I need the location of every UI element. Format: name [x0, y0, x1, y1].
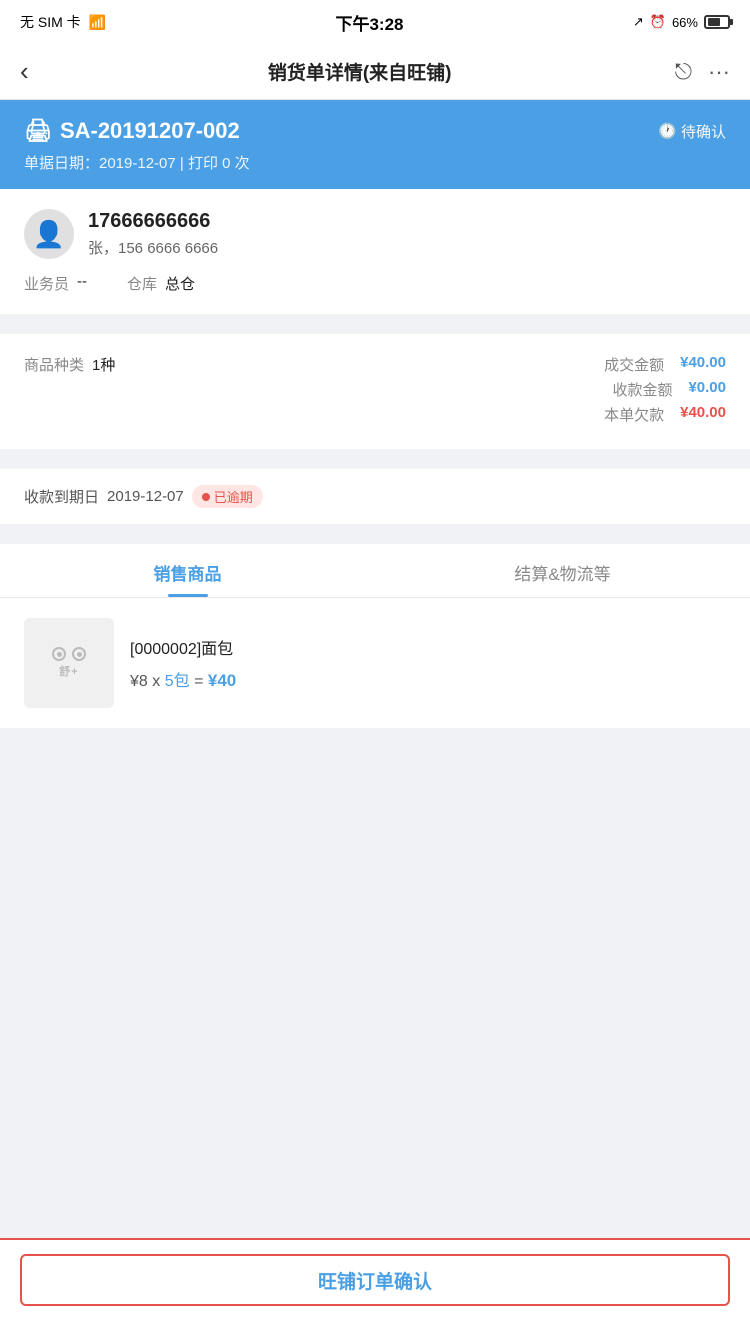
divider-2 — [0, 459, 750, 469]
product-logo: 舒+ — [52, 647, 86, 679]
product-type-label: 商品种类 — [24, 354, 84, 375]
tabs-section: 销售商品 结算&物流等 — [0, 544, 750, 598]
arrears-row: 本单欠款 ¥40.00 — [604, 404, 726, 425]
bottom-action: 旺铺订单确认 — [0, 1238, 750, 1334]
received-row: 收款金额 ¥0.00 — [604, 379, 726, 400]
order-id: 🖨 SA-20191207-002 — [24, 118, 240, 144]
back-button[interactable]: ‹ — [20, 56, 45, 87]
customer-name: 张，156 6666 6666 — [88, 237, 726, 258]
product-item: 舒+ [0000002]面包 ¥8 x 5包 = ¥40 — [0, 598, 750, 729]
owl-eyes — [52, 647, 86, 661]
divider-1 — [0, 324, 750, 334]
summary-left: 商品种类 1种 — [24, 354, 115, 375]
due-date: 2019-12-07 — [107, 488, 184, 505]
transaction-value: ¥40.00 — [680, 354, 726, 375]
battery-icon — [704, 15, 730, 29]
due-section: 收款到期日 2019-12-07 已逾期 — [0, 469, 750, 524]
content-area — [0, 729, 750, 989]
product-name: [0000002]面包 — [130, 635, 726, 659]
transaction-label: 成交金额 — [604, 354, 664, 375]
more-button[interactable]: ··· — [708, 59, 730, 85]
tab-settlement[interactable]: 结算&物流等 — [375, 544, 750, 597]
warehouse-label: 仓库 — [127, 273, 157, 294]
overdue-text: 已逾期 — [214, 487, 253, 506]
status-carrier: 无 SIM 卡 📶 — [20, 12, 106, 32]
price-equals: = — [194, 673, 203, 690]
customer-phone: 17666666666 — [88, 210, 726, 233]
price-base: ¥8 x — [130, 673, 160, 690]
nav-title: 销货单详情(来自旺铺) — [45, 58, 675, 85]
price-qty: 5包 — [165, 673, 190, 690]
owl-eye-left — [52, 647, 66, 661]
clock-icon: 🕐 — [658, 122, 677, 140]
order-header: 🖨 SA-20191207-002 🕐 待确认 单据日期：2019-12-07 … — [0, 100, 750, 189]
alarm-icon: ⏰ — [650, 14, 666, 30]
product-thumbnail: 舒+ — [24, 618, 114, 708]
summary-section: 商品种类 1种 成交金额 ¥40.00 收款金额 ¥0.00 本单欠款 ¥40.… — [0, 334, 750, 449]
tabs-row: 销售商品 结算&物流等 — [0, 544, 750, 598]
customer-section: 👤 17666666666 张，156 6666 6666 业务员 -- 仓库 … — [0, 189, 750, 314]
warehouse-value: 总仓 — [165, 273, 195, 294]
status-bar: 无 SIM 卡 📶 下午3:28 ↗ ⏰ 66% — [0, 0, 750, 44]
order-date: 单据日期：2019-12-07 | 打印 0 次 — [24, 152, 726, 173]
confirm-order-button[interactable]: 旺铺订单确认 — [20, 1254, 730, 1306]
status-right: ↗ ⏰ 66% — [633, 14, 730, 30]
order-icon: 🖨 — [24, 118, 52, 144]
share-button[interactable]: ⎋ — [675, 59, 692, 85]
received-label: 收款金额 — [612, 379, 672, 400]
customer-avatar: 👤 — [24, 209, 74, 259]
order-header-top: 🖨 SA-20191207-002 🕐 待确认 — [24, 118, 726, 144]
warehouse-item: 仓库 总仓 — [127, 273, 195, 294]
price-total: ¥40 — [208, 671, 236, 690]
product-type-value: 1种 — [92, 354, 115, 375]
due-label: 收款到期日 — [24, 486, 99, 507]
salesperson-value: -- — [77, 273, 87, 294]
nav-bar: ‹ 销货单详情(来自旺铺) ⎋ ··· — [0, 44, 750, 100]
order-status: 🕐 待确认 — [658, 121, 726, 142]
product-type: 商品种类 1种 — [24, 354, 115, 375]
arrears-value: ¥40.00 — [680, 404, 726, 425]
customer-info: 17666666666 张，156 6666 6666 — [88, 210, 726, 258]
salesperson-label: 业务员 — [24, 273, 69, 294]
received-value: ¥0.00 — [688, 379, 726, 400]
carrier-text: 无 SIM 卡 — [20, 12, 81, 32]
nav-actions: ⎋ ··· — [675, 59, 730, 85]
transaction-row: 成交金额 ¥40.00 — [604, 354, 726, 375]
status-time: 下午3:28 — [335, 10, 403, 35]
arrears-label: 本单欠款 — [604, 404, 664, 425]
divider-3 — [0, 534, 750, 544]
overdue-dot — [202, 493, 210, 501]
tab-sales-goods[interactable]: 销售商品 — [0, 544, 375, 597]
owl-text: 舒+ — [59, 663, 78, 679]
customer-meta: 业务员 -- 仓库 总仓 — [24, 273, 726, 294]
product-price: ¥8 x 5包 = ¥40 — [130, 667, 726, 691]
product-section: 舒+ [0000002]面包 ¥8 x 5包 = ¥40 — [0, 598, 750, 729]
owl-eye-right — [72, 647, 86, 661]
location-icon: ↗ — [633, 14, 644, 30]
wifi-icon: 📶 — [89, 14, 106, 31]
product-details: [0000002]面包 ¥8 x 5包 = ¥40 — [130, 635, 726, 691]
salesperson-item: 业务员 -- — [24, 273, 87, 294]
customer-row: 👤 17666666666 张，156 6666 6666 — [24, 209, 726, 259]
summary-right: 成交金额 ¥40.00 收款金额 ¥0.00 本单欠款 ¥40.00 — [604, 354, 726, 429]
battery-percent: 66% — [672, 15, 698, 30]
overdue-badge: 已逾期 — [192, 485, 263, 508]
tab-underline — [168, 594, 208, 597]
